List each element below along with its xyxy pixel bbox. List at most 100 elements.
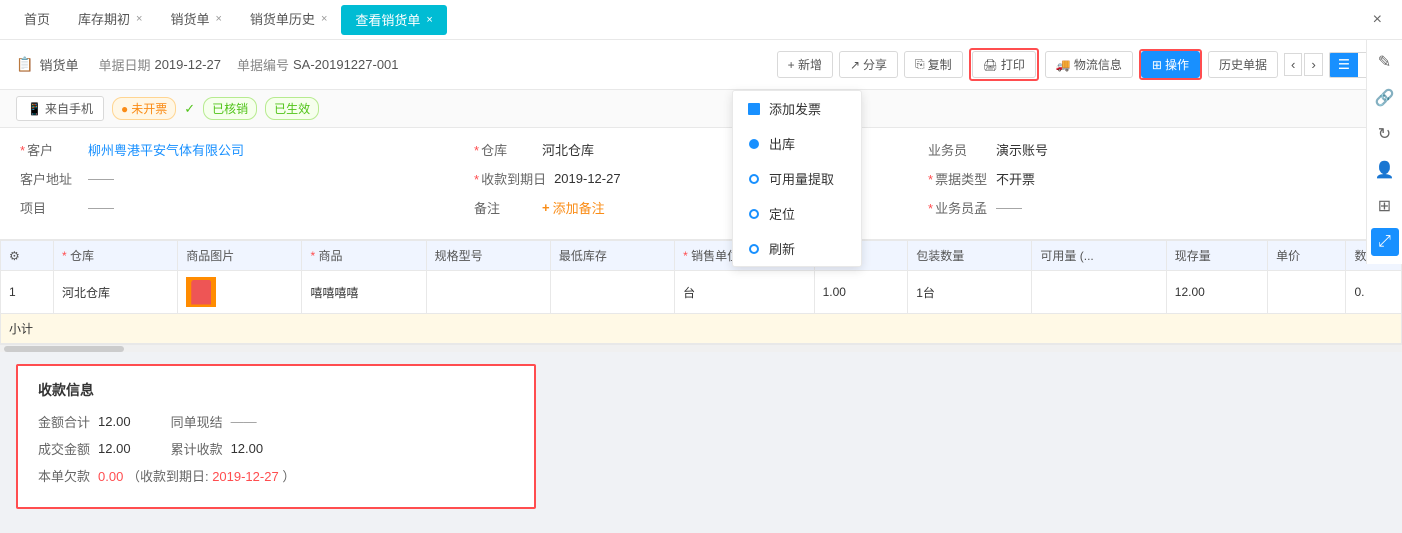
payment-section: 收款信息 金额合计 12.00 同单现结 —— 成交金额 12.00 累计收款 … [16,364,536,509]
sidebar-link-icon[interactable]: 🔗 [1371,84,1399,112]
dropdown-add-invoice[interactable]: 添加发票 [733,91,861,126]
cell-pack-qty: 1台 [908,271,1032,314]
col-pack-qty: 包装数量 [908,241,1032,271]
payment-row-3: 本单欠款 0.00 （收款到期日: 2019-12-27 ） [38,466,514,485]
tab-view-sales-close[interactable]: × [426,14,432,26]
warehouse-value: 河北仓库 [542,140,594,159]
total-amount-field: 金额合计 12.00 [38,412,131,431]
salesperson2-value: —— [996,200,1022,215]
dropdown-locate[interactable]: 定位 [733,196,861,231]
customer-field: 客户 柳州粤港平安气体有限公司 [20,140,474,159]
square-icon [747,102,761,116]
settlement-field: 同单现结 —— [171,412,257,431]
transaction-value: 12.00 [98,441,131,456]
cell-product-img [178,271,302,314]
ticket-type-value: 不开票 [996,169,1035,188]
cell-row-num: 1 [1,271,54,314]
sidebar-rotate-icon[interactable]: ↻ [1371,120,1399,148]
grid-icon: ⊞ [1152,58,1162,72]
check-icon[interactable]: ✓ [184,101,195,117]
cell-product: 嘻嘻嘻嘻 [302,271,426,314]
cell-sales-unit: 台 [675,271,815,314]
salesperson-value: 演示账号 [996,140,1048,159]
tab-inventory[interactable]: 库存期初 × [64,0,156,40]
truck-icon: 🚚 [1056,58,1071,72]
open-ticket-badge: ● 未开票 [112,97,176,120]
number-value: SA-20191227-001 [293,57,399,72]
address-value: —— [88,171,114,186]
tab-home[interactable]: 首页 [10,0,64,40]
share-button[interactable]: ↗ 分享 [839,51,898,78]
salesperson-field: 业务员 演示账号 [928,140,1382,159]
form-row-2: 客户地址 —— 收款到期日 2019-12-27 票据类型 不开票 [20,169,1382,188]
balance-value: 0.00 （收款到期日: 2019-12-27 ） [98,466,295,485]
tab-view-sales[interactable]: 查看销货单 × [341,5,446,35]
cell-available [1032,271,1166,314]
form-row-1: 客户 柳州粤港平安气体有限公司 仓库 河北仓库 业务员 演示账号 [20,140,1382,159]
data-table: ⚙ * 仓库 商品图片 * 商品 规格型号 最低库存 * 销售单位 * 数量 包… [0,240,1402,344]
window-close-btn[interactable]: × [1363,11,1392,29]
circle-outline-icon-3 [747,242,761,256]
settings-icon[interactable]: ⚙ [9,249,20,263]
logistics-button[interactable]: 🚚 物流信息 [1045,51,1133,78]
col-product: * 商品 [302,241,426,271]
transaction-field: 成交金额 12.00 [38,439,131,458]
date-label: 单据日期 [98,55,150,74]
scroll-bar[interactable] [0,344,1402,352]
right-sidebar: ✎ 🔗 ↻ 👤 ⊞ ⤢ [1366,40,1402,264]
customer-value[interactable]: 柳州粤港平安气体有限公司 [88,140,244,159]
payment-date-value: 2019-12-27 [554,171,621,186]
col-product-img: 商品图片 [178,241,302,271]
dropdown-ship-out[interactable]: 出库 [733,126,861,161]
tab-sales[interactable]: 销货单 × [156,0,235,40]
cell-unit-price [1268,271,1346,314]
effect-badge: 已生效 [265,97,319,120]
sidebar-edit-icon[interactable]: ✎ [1371,48,1399,76]
sidebar-expand-icon[interactable]: ⤢ [1371,228,1399,256]
col-stock: 现存量 [1166,241,1267,271]
dropdown-refresh[interactable]: 刷新 [733,231,861,266]
history-button[interactable]: 历史单据 [1208,51,1278,78]
copy-button[interactable]: ⎘ 复制 [904,51,963,78]
salesperson2-field: 业务员孟 —— [928,198,1382,217]
project-field: 项目 —— [20,198,474,217]
table-row: 1 河北仓库 嘻嘻嘻嘻 台 1.00 1台 12.00 [1,271,1402,314]
tab-inventory-close[interactable]: × [136,13,142,25]
prev-button[interactable]: ‹ [1284,53,1302,76]
share-icon: ↗ [850,58,860,72]
circle-outline-icon-1 [747,172,761,186]
payment-date-label: 收款到期日 [474,169,546,188]
tab-sales-history-close[interactable]: × [321,13,327,25]
view-list-button[interactable]: ☰ [1330,53,1358,77]
next-button[interactable]: › [1304,53,1322,76]
operate-button[interactable]: ⊞ 操作 [1141,51,1200,78]
new-button[interactable]: + 新增 [777,51,833,78]
cell-min-stock [550,271,674,314]
salesperson2-label: 业务员孟 [928,198,988,217]
sidebar-table-icon[interactable]: ⊞ [1371,192,1399,220]
cell-amount: 0. [1346,271,1402,314]
tab-sales-history[interactable]: 销货单历史 × [236,0,341,40]
col-warehouse: * 仓库 [54,241,178,271]
project-value: —— [88,200,114,215]
dropdown-available-qty[interactable]: 可用量提取 [733,161,861,196]
copy-icon: ⎘ [915,57,925,72]
dot-icon: ● [121,102,128,116]
cell-warehouse: 河北仓库 [54,271,178,314]
product-img-inner [191,280,211,305]
salesperson-label: 业务员 [928,140,988,159]
from-phone-button[interactable]: 📱 来自手机 [16,96,104,121]
add-note-btn[interactable]: 添加备注 [542,198,605,217]
scroll-thumb[interactable] [4,346,124,352]
operate-highlight: ⊞ 操作 [1139,49,1202,80]
print-button[interactable]: 🖨 打印 [972,51,1036,78]
dropdown-menu: 添加发票 出库 可用量提取 定位 刷新 [732,90,862,267]
sidebar-person-icon[interactable]: 👤 [1371,156,1399,184]
date-value: 2019-12-27 [154,57,221,72]
col-settings: ⚙ [1,241,54,271]
cell-quantity: 1.00 [814,271,908,314]
doc-title-text: 销货单 [39,55,78,74]
cumulative-label: 累计收款 [171,439,223,458]
balance-field: 本单欠款 0.00 （收款到期日: 2019-12-27 ） [38,466,295,485]
tab-sales-close[interactable]: × [215,13,221,25]
